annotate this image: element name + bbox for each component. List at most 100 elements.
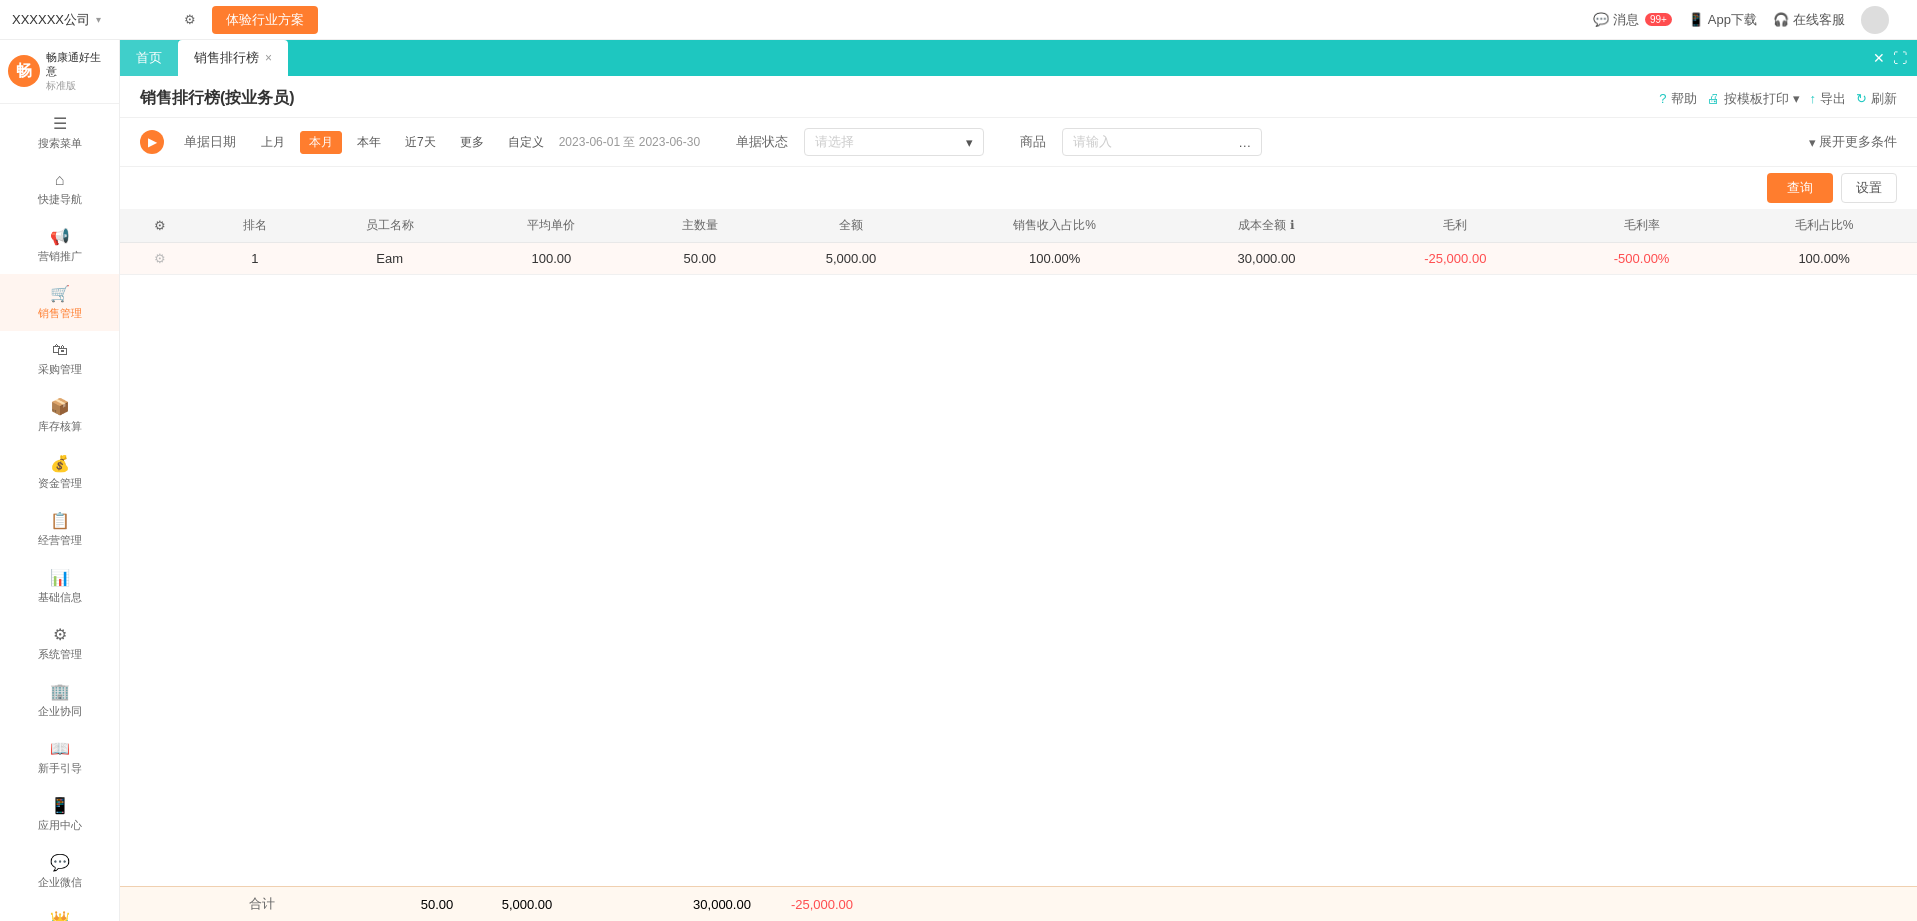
help-button[interactable]: ? 帮助 [1659,90,1696,108]
sidebar-item-label: 库存核算 [38,419,82,434]
sidebar-item-search-orders[interactable]: ☰ 搜索菜单 [0,104,119,161]
help-label: 帮助 [1671,90,1697,108]
col-main-qty: 主数量 [632,209,767,243]
expand-more-btn[interactable]: ▾ 展开更多条件 [1809,133,1897,151]
company-selector[interactable]: XXXXXX公司 ▾ [12,11,172,29]
filter-status-label: 单据状态 [736,133,788,151]
sidebar-item-purchase-mgmt[interactable]: 🛍 采购管理 [0,331,119,387]
cell-gross-profit-ratio: 100.00% [1731,243,1917,275]
company-name: XXXXXX公司 [12,11,90,29]
app-icon: 📱 [1688,12,1704,27]
col-amount: 全额 [767,209,935,243]
col-sales-ratio: 销售收入占比% [935,209,1175,243]
purchase-mgmt-icon: 🛍 [52,341,68,359]
cell-avg-price: 100.00 [471,243,633,275]
tab-bar: 首页 销售排行榜 × ✕ ⛶ [120,40,1917,76]
data-table: ⚙ 排名 员工名称 平均单价 主数量 全额 销售收入占比% 成本全额 ℹ 毛利 … [120,209,1917,275]
table-footer: 合计 50.00 5,000.00 30,000.00 -25,000.00 [120,886,1917,921]
tab-home[interactable]: 首页 [120,40,178,76]
col-settings[interactable]: ⚙ [120,209,201,243]
sidebar-item-enterprise-collab[interactable]: 🏢 企业协同 [0,672,119,729]
main-layout: 畅 畅康通好生意 标准版 ☰ 搜索菜单 ⌂ 快捷导航 📢 营销推广 🛒 销售管理… [0,40,1917,921]
sidebar-item-inventory[interactable]: 📦 库存核算 [0,387,119,444]
search-orders-icon: ☰ [53,114,67,133]
tab-sales-ranking[interactable]: 销售排行榜 × [178,40,288,76]
system-icon: ⚙ [53,625,67,644]
message-badge: 99+ [1645,13,1672,26]
status-select-value: 请选择 [815,133,962,151]
app-download-btn[interactable]: 📱 App下载 [1688,11,1757,29]
date-btn-this-year[interactable]: 本年 [348,131,390,154]
export-button[interactable]: ↑ 导出 [1810,90,1847,108]
sidebar-item-label: 企业微信 [38,875,82,890]
sidebar-item-operations[interactable]: 📋 经营管理 [0,501,119,558]
message-btn[interactable]: 💬 消息 99+ [1593,11,1672,29]
filter-area: ▶ 单据日期 上月 本月 本年 近7天 更多 自定义 2023-06-01 至 … [120,118,1917,167]
basic-info-icon: 📊 [50,568,70,587]
date-btn-this-month[interactable]: 本月 [300,131,342,154]
sidebar-item-label: 经营管理 [38,533,82,548]
col-gross-profit: 毛利 [1358,209,1552,243]
cell-cost-amount: 30,000.00 [1175,243,1359,275]
operations-icon: 📋 [50,511,70,530]
sidebar-item-vip[interactable]: 👑 畅会员 [0,900,119,921]
tab-close-icon[interactable]: × [265,51,272,65]
content-area: 首页 销售排行榜 × ✕ ⛶ 销售排行榜(按业务员) ? 帮助 [120,40,1917,921]
logo-icon: 畅 [8,55,40,87]
footer-amount: 5,000.00 [482,897,572,912]
sidebar-item-app-center[interactable]: 📱 应用中心 [0,786,119,843]
goods-input-value: 请输入 [1073,133,1234,151]
goods-input[interactable]: 请输入 … [1062,128,1262,156]
export-label: 导出 [1820,90,1846,108]
status-chevron-icon: ▾ [966,135,973,150]
sidebar-item-basic-info[interactable]: 📊 基础信息 [0,558,119,615]
date-btn-custom[interactable]: 自定义 [499,131,553,154]
footer-gross-profit: -25,000.00 [772,897,872,912]
sidebar-item-label: 搜索菜单 [38,136,82,151]
sidebar-item-label: 销售管理 [38,306,82,321]
query-button[interactable]: 查询 [1767,173,1833,203]
avatar[interactable] [1861,6,1889,34]
date-btn-7days[interactable]: 近7天 [396,131,445,154]
collapse-button[interactable]: ▶ [140,130,164,154]
sidebar-item-label: 营销推广 [38,249,82,264]
table-wrapper: ⚙ 排名 员工名称 平均单价 主数量 全额 销售收入占比% 成本全额 ℹ 毛利 … [120,209,1917,886]
action-row: 查询 设置 [120,167,1917,209]
enterprise-collab-icon: 🏢 [50,682,70,701]
trial-button[interactable]: 体验行业方案 [212,6,318,34]
cell-amount: 5,000.00 [767,243,935,275]
filter-goods-label: 商品 [1020,133,1046,151]
vip-icon: 👑 [50,910,70,921]
date-btn-last-month[interactable]: 上月 [252,131,294,154]
enterprise-wechat-icon: 💬 [50,853,70,872]
sidebar-item-label: 资金管理 [38,476,82,491]
print-icon: 🖨 [1707,91,1720,106]
sidebar-item-system[interactable]: ⚙ 系统管理 [0,615,119,672]
print-button[interactable]: 🖨 按模板打印 ▾ [1707,90,1800,108]
marketing-icon: 📢 [50,227,70,246]
sidebar-logo: 畅 畅康通好生意 标准版 [0,40,119,104]
settings-icon-btn[interactable]: ⚙ [176,6,204,34]
date-btn-more[interactable]: 更多 [451,131,493,154]
footer-cost-amount: 30,000.00 [672,897,772,912]
sidebar-item-marketing[interactable]: 📢 营销推广 [0,217,119,274]
refresh-button[interactable]: ↻ 刷新 [1856,90,1897,108]
sidebar-item-sales-mgmt[interactable]: 🛒 销售管理 [0,274,119,331]
page-header-actions: ? 帮助 🖨 按模板打印 ▾ ↑ 导出 ↻ 刷新 [1659,90,1897,108]
quick-nav-icon: ⌂ [55,171,65,189]
sidebar-item-beginner-guide[interactable]: 📖 新手引导 [0,729,119,786]
footer-main-qty: 50.00 [392,897,482,912]
table-settings-button[interactable]: 设置 [1841,173,1897,203]
online-service-btn[interactable]: 🎧 在线客服 [1773,11,1845,29]
cell-settings[interactable]: ⚙ [120,243,201,275]
cell-sales-ratio: 100.00% [935,243,1175,275]
cell-main-qty: 50.00 [632,243,767,275]
sidebar-item-enterprise-wechat[interactable]: 💬 企业微信 [0,843,119,900]
tab-close-window-icon[interactable]: ✕ [1873,50,1885,66]
table-row: ⚙ 1 Eam 100.00 50.00 5,000.00 100.00% 30… [120,243,1917,275]
tab-expand-icon[interactable]: ⛶ [1893,50,1907,66]
status-select[interactable]: 请选择 ▾ [804,128,984,156]
sidebar-item-finance[interactable]: 💰 资金管理 [0,444,119,501]
sidebar-item-quick-nav[interactable]: ⌂ 快捷导航 [0,161,119,217]
expand-more-label: 展开更多条件 [1819,133,1897,151]
